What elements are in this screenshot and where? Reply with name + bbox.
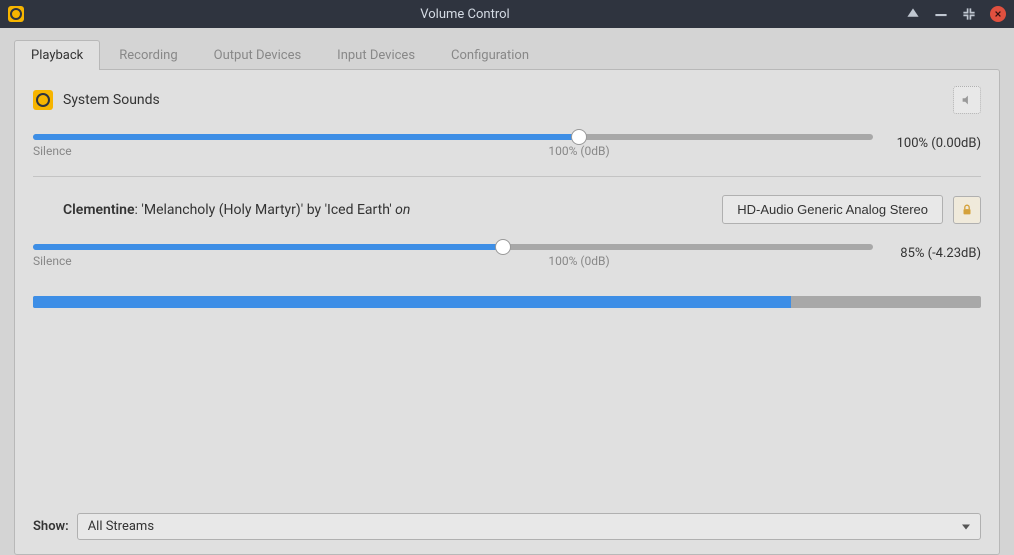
tab-recording[interactable]: Recording [102,40,194,70]
window-controls [906,6,1006,22]
app-name: Clementine [63,202,135,218]
show-filter-row: Show: All Streams [33,507,981,544]
level-meter [33,296,981,308]
tab-bar: Playback Recording Output Devices Input … [14,40,1000,70]
slider-fill [33,134,579,140]
volume-value: 85% (-4.23dB) [891,246,981,261]
slider-label-mid: 100% (0dB) [548,254,609,268]
tab-configuration[interactable]: Configuration [434,40,546,70]
stream-title: System Sounds [63,92,160,108]
clementine-icon [33,200,53,220]
content: Playback Recording Output Devices Input … [0,28,1014,555]
stream-title: Clementine: 'Melancholy (Holy Martyr)' b… [63,202,410,218]
volume-value: 100% (0.00dB) [891,136,981,151]
mute-button[interactable] [953,86,981,114]
slider-label-min: Silence [33,144,72,158]
show-label: Show: [33,519,69,534]
tab-output-devices[interactable]: Output Devices [197,40,319,70]
tab-input-devices[interactable]: Input Devices [320,40,432,70]
titlebar: Volume Control [0,0,1014,28]
playback-panel: System Sounds Silence 100% (0dB) [14,69,1000,555]
window-title: Volume Control [24,7,906,22]
close-button[interactable] [990,6,1006,22]
minimize-button[interactable] [934,7,948,21]
shade-button[interactable] [906,7,920,21]
output-device-button[interactable]: HD-Audio Generic Analog Stereo [722,195,943,224]
slider-fill [33,244,503,250]
track-description: : 'Melancholy (Holy Martyr)' by 'Iced Ea… [135,202,396,218]
show-select[interactable]: All Streams [77,513,981,540]
maximize-button[interactable] [962,7,976,21]
speaker-icon [33,90,53,110]
stream-system-sounds: System Sounds Silence 100% (0dB) [33,86,981,176]
tab-playback[interactable]: Playback [14,40,100,70]
slider-label-mid: 100% (0dB) [548,144,609,158]
volume-icon [960,93,974,107]
level-fill [33,296,791,308]
lock-button[interactable] [953,196,981,224]
lock-icon [960,203,974,217]
show-selected: All Streams [88,519,154,534]
slider-thumb[interactable] [571,129,587,145]
volume-slider[interactable] [33,244,873,250]
slider-thumb[interactable] [495,239,511,255]
app-icon [8,6,24,22]
stream-clementine: Clementine: 'Melancholy (Holy Martyr)' b… [33,176,981,326]
volume-slider[interactable] [33,134,873,140]
on-suffix: on [395,202,410,218]
slider-label-min: Silence [33,254,72,268]
